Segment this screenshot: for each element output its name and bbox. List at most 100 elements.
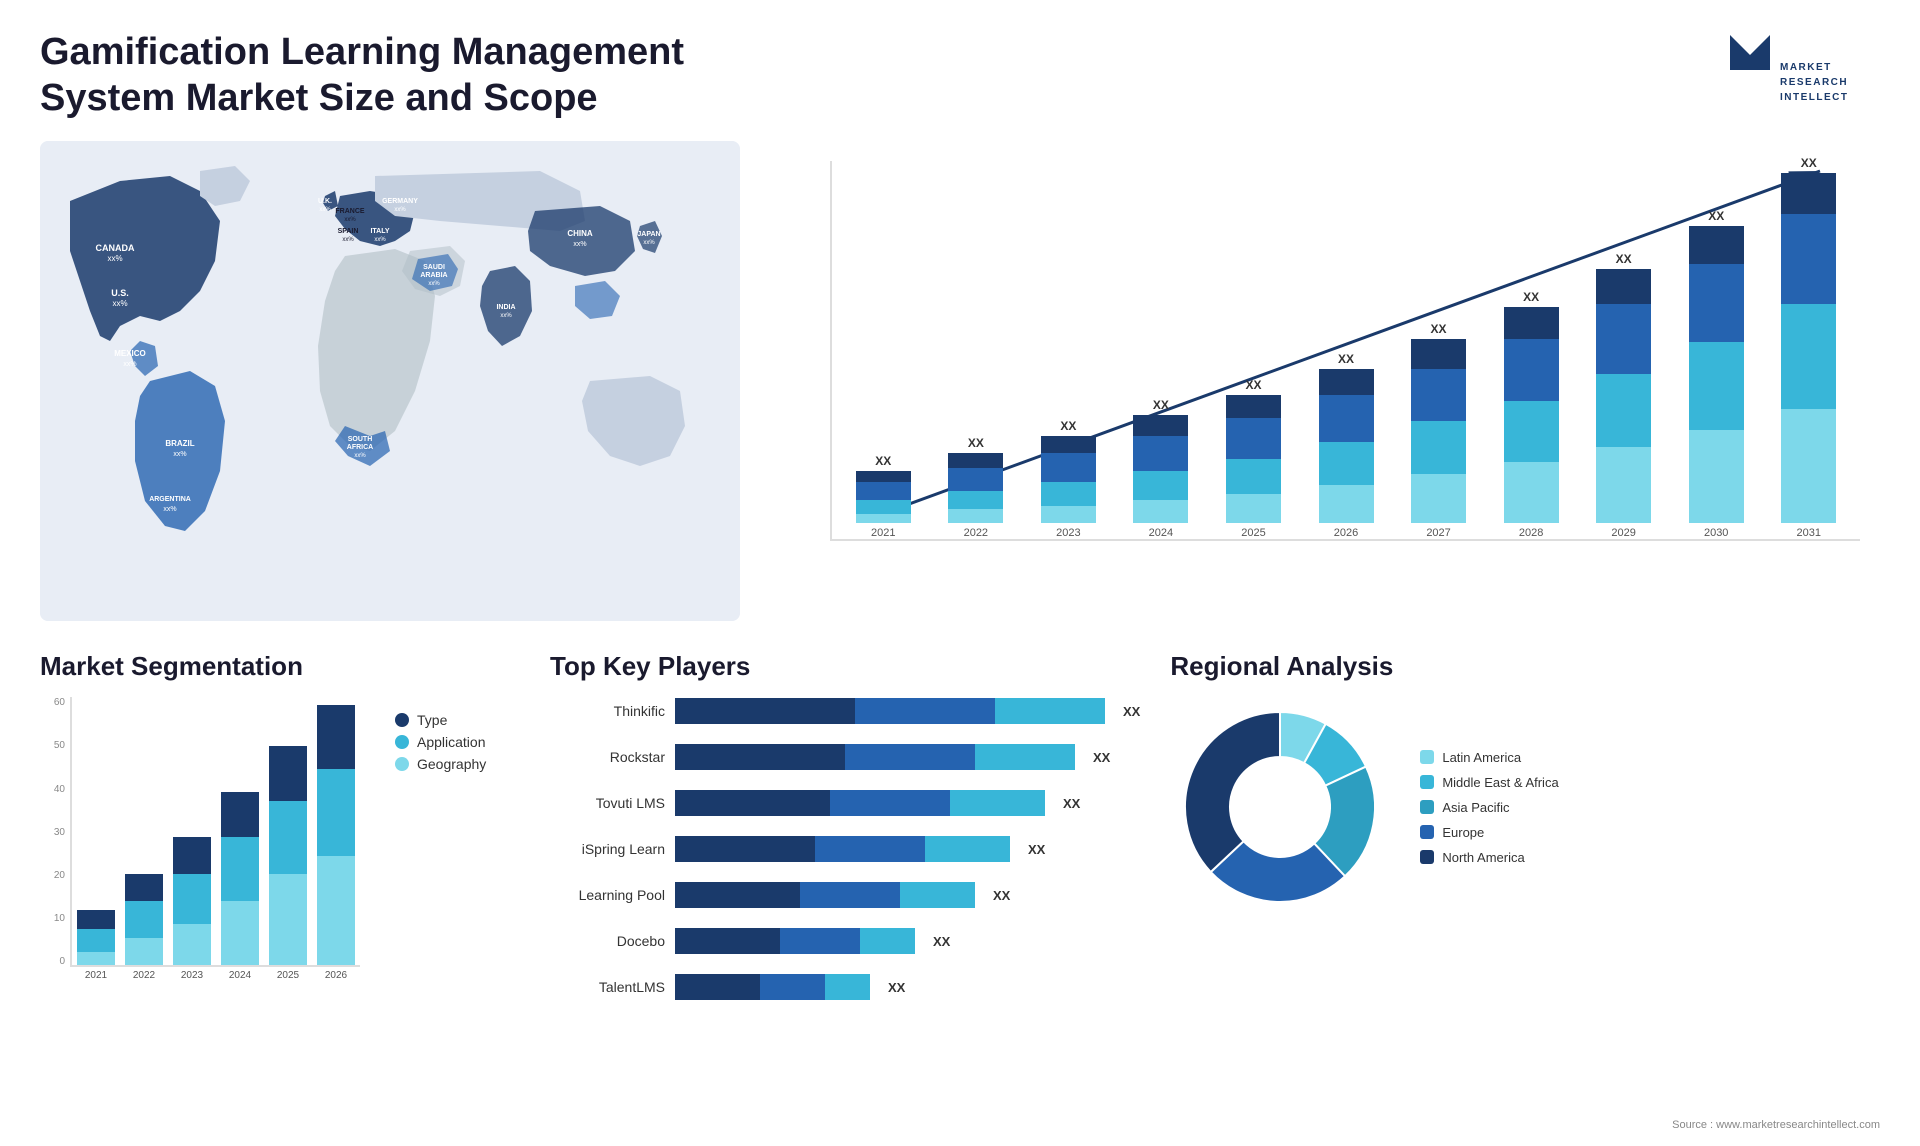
- seg-chart-wrapper: 60 50 40 30 20 10 0 2021 2022 2023 2: [40, 697, 360, 981]
- bar-segment: [1781, 214, 1836, 304]
- player-bar-label: XX: [1093, 750, 1110, 765]
- svg-text:xx%: xx%: [573, 241, 586, 248]
- seg-bar-segment: [173, 837, 211, 873]
- player-bar-segment: [800, 882, 900, 908]
- donut-chart: [1170, 697, 1390, 917]
- bar-stack: [1689, 226, 1744, 523]
- player-name: Thinkific: [550, 703, 665, 719]
- svg-text:CHINA: CHINA: [567, 229, 593, 238]
- seg-bar-segment: [317, 769, 355, 856]
- player-bar-segment: [825, 974, 870, 1000]
- bar-top-label: XX: [1338, 352, 1354, 366]
- svg-text:JAPAN: JAPAN: [637, 231, 660, 238]
- player-name: TalentLMS: [550, 979, 665, 995]
- player-bar-segment: [780, 928, 860, 954]
- seg-bar-group: [317, 705, 355, 965]
- seg-y-labels: 60 50 40 30 20 10 0: [40, 697, 65, 967]
- player-bar-area: [675, 835, 1010, 863]
- seg-bar-segment: [221, 901, 259, 965]
- seg-bar-stack: [77, 910, 115, 965]
- player-bar-segment: [900, 882, 975, 908]
- bar-segment: [1411, 339, 1466, 368]
- bar-stack: [1041, 436, 1096, 523]
- player-name: Learning Pool: [550, 887, 665, 903]
- seg-bar-segment: [77, 952, 115, 966]
- player-bar-segment: [675, 882, 800, 908]
- bar-segment: [1781, 409, 1836, 523]
- bar-group: XX 2025: [1212, 378, 1295, 539]
- bar-segment: [1596, 304, 1651, 374]
- svg-text:xx%: xx%: [500, 313, 512, 319]
- bar-segment: [1689, 430, 1744, 523]
- seg-bar-stack: [125, 874, 163, 965]
- bar-stack: [1781, 173, 1836, 523]
- reg-legend-item: Europe: [1420, 825, 1558, 840]
- player-bar-segment: [995, 698, 1105, 724]
- player-bar-segment: [830, 790, 950, 816]
- main-bars-area: XX2021XX2022XX2023XX2024XX2025XX2026XX20…: [830, 161, 1860, 541]
- reg-legend-dot: [1420, 775, 1434, 789]
- player-bar-segment: [845, 744, 975, 770]
- key-players-title: Top Key Players: [550, 651, 1140, 682]
- bar-segment: [1041, 482, 1096, 505]
- bar-year-label: 2027: [1426, 527, 1450, 539]
- bar-stack: [1411, 339, 1466, 523]
- main-bars: XX2021XX2022XX2023XX2024XX2025XX2026XX20…: [842, 171, 1850, 539]
- svg-text:GERMANY: GERMANY: [382, 198, 418, 205]
- bar-segment: [948, 509, 1003, 524]
- bar-top-label: XX: [1801, 156, 1817, 170]
- player-bar-segment: [675, 836, 815, 862]
- bar-year-label: 2028: [1519, 527, 1543, 539]
- bar-segment: [1689, 342, 1744, 430]
- reg-legend-dot: [1420, 800, 1434, 814]
- regional-legend: Latin AmericaMiddle East & AfricaAsia Pa…: [1420, 750, 1558, 865]
- world-map-svg: CANADA xx% U.S. xx% MEXICO xx% BRAZIL xx…: [40, 141, 740, 621]
- bar-year-label: 2026: [1334, 527, 1358, 539]
- bar-segment: [1411, 474, 1466, 524]
- player-row: RockstarXX: [550, 743, 1140, 771]
- seg-year-labels: 2021 2022 2023 2024 2025 2026: [70, 970, 360, 981]
- page-container: Gamification Learning Management System …: [0, 0, 1920, 1146]
- world-map-container: CANADA xx% U.S. xx% MEXICO xx% BRAZIL xx…: [40, 141, 740, 621]
- svg-text:xx%: xx%: [643, 240, 655, 246]
- player-bar-segment: [675, 974, 760, 1000]
- segmentation-content: 60 50 40 30 20 10 0 2021 2022 2023 2: [40, 697, 520, 981]
- player-bar-segment: [950, 790, 1045, 816]
- bar-top-label: XX: [1245, 378, 1261, 392]
- logo-line2: RESEARCH: [1780, 75, 1849, 90]
- bar-group: XX 2021: [842, 454, 925, 539]
- bar-segment: [1781, 173, 1836, 214]
- seg-bar-segment: [125, 874, 163, 901]
- seg-bar-segment: [77, 929, 115, 952]
- bar-segment: [1226, 459, 1281, 494]
- player-row: TalentLMSXX: [550, 973, 1140, 1001]
- legend-item-geography: Geography: [395, 756, 486, 772]
- bar-year-label: 2022: [964, 527, 988, 539]
- logo-m-icon: [1725, 25, 1775, 75]
- bar-segment: [1411, 369, 1466, 422]
- main-chart-container: XX2021XX2022XX2023XX2024XX2025XX2026XX20…: [770, 141, 1880, 621]
- bar-year-label: 2021: [871, 527, 895, 539]
- bar-segment: [1319, 369, 1374, 395]
- bar-stack: [1226, 395, 1281, 523]
- bar-year-label: 2023: [1056, 527, 1080, 539]
- bar-year-label: 2030: [1704, 527, 1728, 539]
- bar-top-label: XX: [875, 454, 891, 468]
- player-bar-area: [675, 697, 1105, 725]
- bar-segment: [948, 453, 1003, 468]
- donut-slice: [1185, 712, 1280, 872]
- reg-legend-label: Europe: [1442, 825, 1484, 840]
- bar-segment: [856, 500, 911, 515]
- seg-bar-stack: [317, 705, 355, 965]
- bar-year-label: 2025: [1241, 527, 1265, 539]
- seg-bar-segment: [317, 705, 355, 769]
- player-name: iSpring Learn: [550, 841, 665, 857]
- legend-item-application: Application: [395, 734, 486, 750]
- key-players-section: Top Key Players ThinkificXXRockstarXXTov…: [550, 651, 1140, 1031]
- bar-stack: [1319, 369, 1374, 524]
- player-bar-segment: [675, 928, 780, 954]
- bar-segment: [948, 491, 1003, 509]
- seg-bar-segment: [269, 746, 307, 801]
- logo-line3: INTELLECT: [1780, 90, 1849, 105]
- seg-bar-segment: [173, 924, 211, 965]
